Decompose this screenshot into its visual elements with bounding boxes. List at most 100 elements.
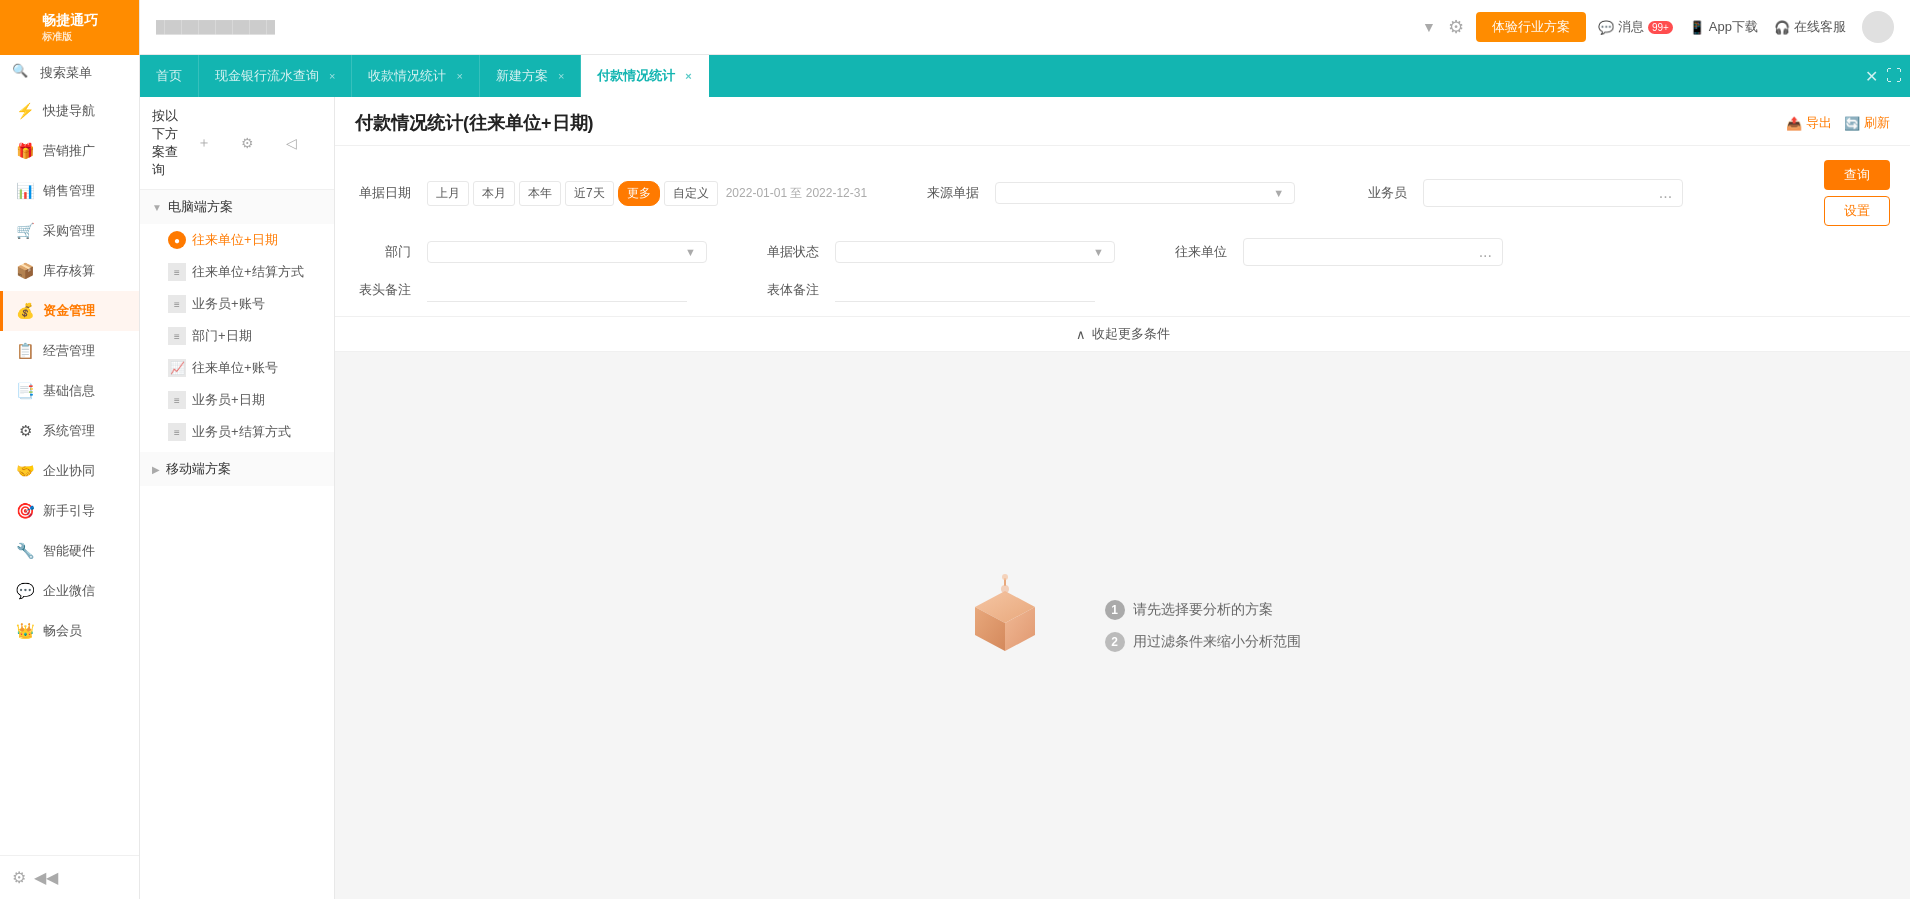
scheme-item-employee-settlement[interactable]: ≡ 业务员+结算方式 xyxy=(140,416,334,448)
topbar-right: 💬 消息 99+ 📱 App下载 🎧 在线客服 xyxy=(1598,11,1894,43)
export-button[interactable]: 📤 导出 xyxy=(1786,114,1832,132)
scheme-item-unit-date[interactable]: ● 往来单位+日期 xyxy=(140,224,334,256)
tab-bank-flow[interactable]: 现金银行流水查询 × xyxy=(199,55,352,97)
headset-icon: 🎧 xyxy=(1774,20,1790,35)
tab-payment-stats-close[interactable]: × xyxy=(456,70,462,82)
filter-row-3: 表头备注 表体备注 xyxy=(355,278,1890,302)
empty-content: 1 请先选择要分析的方案 2 用过滤条件来缩小分析范围 xyxy=(945,566,1301,686)
close-all-tabs-icon[interactable]: ✕ xyxy=(1865,67,1878,86)
sidebar-item-operations[interactable]: 📋 经营管理 xyxy=(0,331,139,371)
online-service-button[interactable]: 🎧 在线客服 xyxy=(1774,18,1846,36)
app-download-button[interactable]: 📱 App下载 xyxy=(1689,18,1758,36)
partner-select[interactable]: ... xyxy=(1243,238,1503,266)
scheme-item-label-unit-date: 往来单位+日期 xyxy=(192,231,278,249)
tip-text-2: 用过滤条件来缩小分析范围 xyxy=(1133,633,1301,651)
date-more-btn[interactable]: 更多 xyxy=(618,181,660,206)
collapse-panel-icon[interactable]: ◁ xyxy=(286,135,323,151)
topbar-dropdown-icon[interactable]: ▼ xyxy=(1422,19,1436,35)
collapse-sidebar-icon[interactable]: ◀◀ xyxy=(34,868,58,887)
scheme-item-label-employee-settlement: 业务员+结算方式 xyxy=(192,423,291,441)
sidebar-item-finance[interactable]: 💰 资金管理 xyxy=(0,291,139,331)
tip-number-1: 1 xyxy=(1105,600,1125,620)
date-custom-btn[interactable]: 自定义 xyxy=(664,181,718,206)
scheme-item-dept-date[interactable]: ≡ 部门+日期 xyxy=(140,320,334,352)
sidebar-item-quick-nav[interactable]: ⚡ 快捷导航 xyxy=(0,91,139,131)
topbar-gear-icon[interactable]: ⚙ xyxy=(1448,16,1464,38)
settings-scheme-icon[interactable]: ⚙ xyxy=(241,135,278,151)
sidebar-item-marketing[interactable]: 🎁 营销推广 xyxy=(0,131,139,171)
scheme-panel-header: 按以下方案查询 ＋ ⚙ ◁ xyxy=(140,97,334,190)
source-select[interactable]: ▼ xyxy=(995,182,1295,204)
sidebar-item-purchase[interactable]: 🛒 采购管理 xyxy=(0,211,139,251)
tab-payment-out-close[interactable]: × xyxy=(685,70,691,82)
search-icon: 🔍 xyxy=(12,63,32,83)
query-button[interactable]: 查询 xyxy=(1824,160,1890,190)
messages-button[interactable]: 💬 消息 99+ xyxy=(1598,18,1673,36)
mobile-scheme-group-label: 移动端方案 xyxy=(166,460,231,478)
hardware-icon: 🔧 xyxy=(15,541,35,561)
action-buttons: 查询 设置 xyxy=(1824,160,1890,226)
sidebar-bottom: ⚙ ◀◀ xyxy=(0,855,139,899)
tab-home[interactable]: 首页 xyxy=(140,55,199,97)
tab-payment-stats[interactable]: 收款情况统计 × xyxy=(352,55,479,97)
scheme-item-employee-account[interactable]: ≡ 业务员+账号 xyxy=(140,288,334,320)
sidebar-item-sales[interactable]: 📊 销售管理 xyxy=(0,171,139,211)
scheme-sq-icon-2: ≡ xyxy=(168,295,186,313)
sidebar-item-vip[interactable]: 👑 畅会员 xyxy=(0,611,139,651)
body-note-input[interactable] xyxy=(835,278,1095,302)
sidebar-item-inventory[interactable]: 📦 库存核算 xyxy=(0,251,139,291)
logo-sub: 标准版 xyxy=(42,30,98,44)
date-buttons-group: 上月 本月 本年 近7天 更多 自定义 2022-01-01 至 2022-12… xyxy=(427,181,867,206)
tab-bank-flow-close[interactable]: × xyxy=(329,70,335,82)
user-avatar[interactable] xyxy=(1862,11,1894,43)
tip-text-1: 请先选择要分析的方案 xyxy=(1133,601,1273,619)
settings-bottom-icon[interactable]: ⚙ xyxy=(12,868,26,887)
date-this-year-btn[interactable]: 本年 xyxy=(519,181,561,206)
sidebar-item-basic-info[interactable]: 📑 基础信息 xyxy=(0,371,139,411)
sidebar-label-finance: 资金管理 xyxy=(43,302,95,320)
doc-status-select[interactable]: ▼ xyxy=(835,241,1115,263)
sidebar-item-hardware[interactable]: 🔧 智能硬件 xyxy=(0,531,139,571)
scheme-sq-icon: ≡ xyxy=(168,263,186,281)
settings-button[interactable]: 设置 xyxy=(1824,196,1890,226)
sidebar-item-enterprise[interactable]: 🤝 企业协同 xyxy=(0,451,139,491)
tab-new-scheme[interactable]: 新建方案 × xyxy=(480,55,581,97)
tab-payment-stats-label: 收款情况统计 xyxy=(368,67,446,85)
refresh-button[interactable]: 🔄 刷新 xyxy=(1844,114,1890,132)
empty-tip-2: 2 用过滤条件来缩小分析范围 xyxy=(1105,632,1301,652)
empty-illustration xyxy=(945,566,1065,686)
doc-icon: 📑 xyxy=(15,381,35,401)
page-title: 付款情况统计(往来单位+日期) xyxy=(355,111,594,135)
topbar: ██████████████ ▼ ⚙ 体验行业方案 💬 消息 99+ 📱 App… xyxy=(140,0,1910,55)
maximize-icon[interactable]: ⛶ xyxy=(1886,67,1902,85)
header-note-label: 表头备注 xyxy=(355,281,411,299)
industry-trial-button[interactable]: 体验行业方案 xyxy=(1476,12,1586,42)
date-last-7days-btn[interactable]: 近7天 xyxy=(565,181,614,206)
pc-scheme-group-header[interactable]: ▼ 电脑端方案 xyxy=(140,190,334,224)
tab-payment-out[interactable]: 付款情况统计 × xyxy=(581,55,708,97)
dept-select[interactable]: ▼ xyxy=(427,241,707,263)
sidebar-label-hardware: 智能硬件 xyxy=(43,542,95,560)
collapse-conditions-bar[interactable]: ∧ 收起更多条件 xyxy=(335,317,1910,352)
employee-select[interactable]: ... xyxy=(1423,179,1683,207)
scheme-item-unit-settlement[interactable]: ≡ 往来单位+结算方式 xyxy=(140,256,334,288)
dept-filter-label: 部门 xyxy=(355,243,411,261)
tab-new-scheme-close[interactable]: × xyxy=(558,70,564,82)
add-scheme-icon[interactable]: ＋ xyxy=(197,134,234,152)
date-this-month-btn[interactable]: 本月 xyxy=(473,181,515,206)
sidebar-item-sys-mgmt[interactable]: ⚙ 系统管理 xyxy=(0,411,139,451)
date-last-month-btn[interactable]: 上月 xyxy=(427,181,469,206)
sidebar-item-wechat[interactable]: 💬 企业微信 xyxy=(0,571,139,611)
sidebar-item-search-menu[interactable]: 🔍 搜索菜单 xyxy=(0,55,139,91)
sidebar-label-enterprise: 企业协同 xyxy=(43,462,95,480)
scheme-sq-icon-3: ≡ xyxy=(168,327,186,345)
scheme-item-unit-account[interactable]: 📈 往来单位+账号 xyxy=(140,352,334,384)
header-note-input[interactable] xyxy=(427,278,687,302)
scheme-item-employee-date[interactable]: ≡ 业务员+日期 xyxy=(140,384,334,416)
mobile-scheme-group-header[interactable]: ▶ 移动端方案 xyxy=(140,452,334,486)
money-icon: 💰 xyxy=(15,301,35,321)
sidebar-item-guide[interactable]: 🎯 新手引导 xyxy=(0,491,139,531)
partner-dots[interactable]: ... xyxy=(1479,243,1492,261)
employee-dots[interactable]: ... xyxy=(1659,184,1672,202)
svg-point-5 xyxy=(1002,574,1008,580)
